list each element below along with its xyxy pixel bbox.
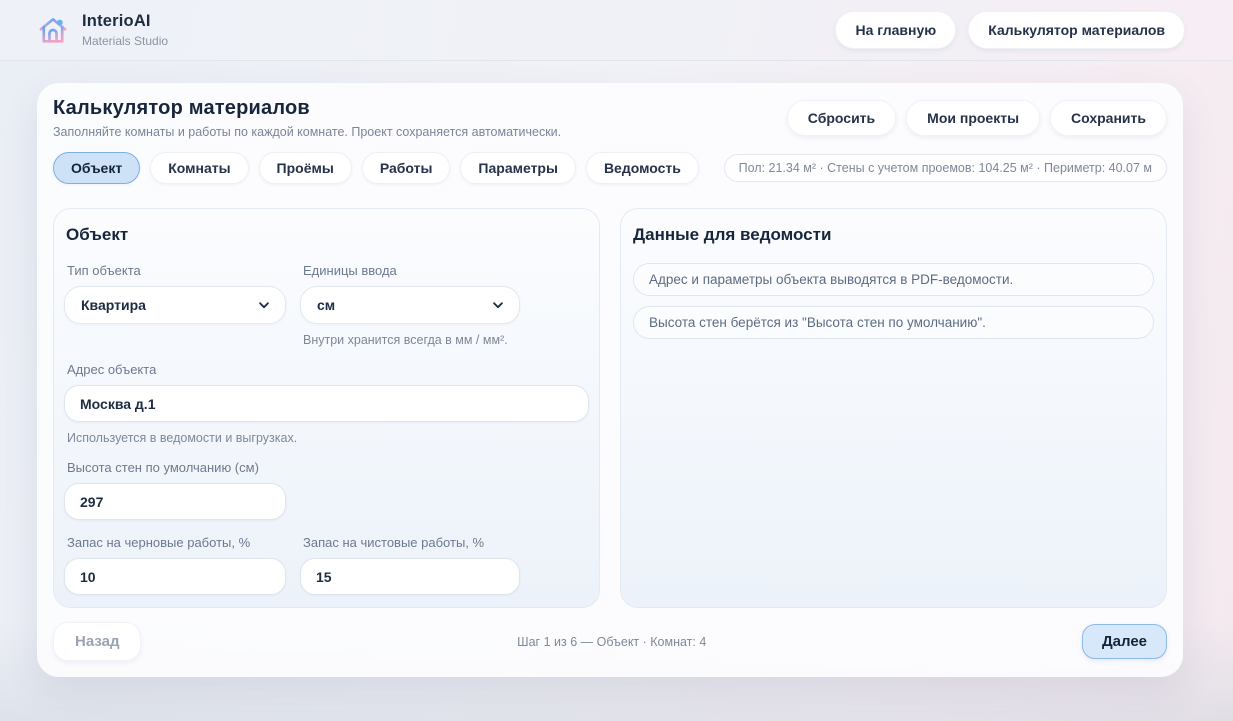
address-hint: Используется в ведомости и выгрузках. [67,431,298,445]
nav-calculator-button[interactable]: Калькулятор материалов [968,11,1185,49]
finish-reserve-input[interactable] [300,558,520,595]
calculator-card: Калькулятор материалов Заполняйте комнат… [37,83,1183,677]
top-bar: InterioAI Materials Studio На главную Ка… [0,0,1233,61]
tab-works[interactable]: Работы [361,152,451,184]
card-header: Калькулятор материалов Заполняйте комнат… [53,97,1167,139]
rough-reserve-input[interactable] [64,558,286,595]
card-actions: Сбросить Мои проекты Сохранить [786,97,1167,136]
finish-reserve-field: Запас на чистовые работы, % [300,535,520,595]
home-logo-icon [39,18,67,43]
brand-name: InterioAI [82,12,151,30]
object-panel-title: Объект [66,225,129,244]
object-type-field: Тип объекта Квартира [64,263,286,347]
tab-sheet[interactable]: Ведомость [585,152,699,184]
tab-openings[interactable]: Проёмы [258,152,352,184]
my-projects-button[interactable]: Мои проекты [906,100,1041,136]
page-subtitle: Заполняйте комнаты и работы по каждой ко… [53,125,562,139]
units-hint: Внутри хранится всегда в мм / мм². [303,333,508,347]
units-label: Единицы ввода [303,263,397,278]
type-units-row: Тип объекта Квартира Единицы ввода см Вн… [64,263,589,347]
content-panels: Объект Тип объекта Квартира Единицы ввод… [53,208,1167,608]
finish-reserve-label: Запас на чистовые работы, % [303,535,485,550]
next-button[interactable]: Далее [1081,624,1167,659]
wizard-tabs: Объект Комнаты Проёмы Работы Параметры В… [53,152,699,184]
tab-object[interactable]: Объект [53,152,141,184]
tab-parameters[interactable]: Параметры [460,152,576,184]
chevron-down-icon [259,302,269,309]
brand: InterioAI Materials Studio [36,12,168,48]
nav-home-button[interactable]: На главную [835,11,957,49]
reset-button[interactable]: Сбросить [786,100,897,136]
object-type-value: Квартира [81,297,146,313]
tabs-row: Объект Комнаты Проёмы Работы Параметры В… [53,152,1167,184]
address-label: Адрес объекта [67,362,157,377]
top-nav: На главную Калькулятор материалов [835,11,1185,49]
object-type-select[interactable]: Квартира [64,286,286,324]
page-title: Калькулятор материалов [53,97,310,119]
wall-height-input[interactable] [64,483,286,520]
sheet-note: Высота стен берётся из "Высота стен по у… [633,306,1154,339]
brand-tagline: Materials Studio [82,34,169,48]
brand-text: InterioAI Materials Studio [82,12,168,48]
rough-reserve-field: Запас на черновые работы, % [64,535,286,595]
sheet-note: Адрес и параметры объекта выводятся в PD… [633,263,1154,296]
sheet-data-panel: Данные для ведомости Адрес и параметры о… [620,208,1167,608]
wall-height-label: Высота стен по умолчанию (см) [67,460,259,475]
sheet-panel-title: Данные для ведомости [633,225,832,244]
tab-rooms[interactable]: Комнаты [150,152,249,184]
wizard-footer: Назад Шаг 1 из 6 — Объект · Комнат: 4 Да… [53,622,1167,661]
summary-badge: Пол: 21.34 м² · Стены с учетом проемов: … [723,154,1167,182]
chevron-down-icon [493,302,503,309]
units-select[interactable]: см [300,286,520,324]
units-field: Единицы ввода см Внутри хранится всегда … [300,263,520,347]
title-block: Калькулятор материалов Заполняйте комнат… [53,97,561,139]
save-button[interactable]: Сохранить [1050,100,1167,136]
address-field: Адрес объекта Используется в ведомости и… [64,362,589,445]
step-indicator: Шаг 1 из 6 — Объект · Комнат: 4 [517,634,707,649]
object-type-label: Тип объекта [67,263,141,278]
back-button[interactable]: Назад [53,622,142,661]
units-value: см [317,297,336,313]
wall-height-field: Высота стен по умолчанию (см) [64,460,589,520]
rough-reserve-label: Запас на черновые работы, % [67,535,251,550]
object-panel: Объект Тип объекта Квартира Единицы ввод… [53,208,600,608]
address-input[interactable] [64,385,589,422]
reserves-row: Запас на черновые работы, % Запас на чис… [64,535,589,595]
